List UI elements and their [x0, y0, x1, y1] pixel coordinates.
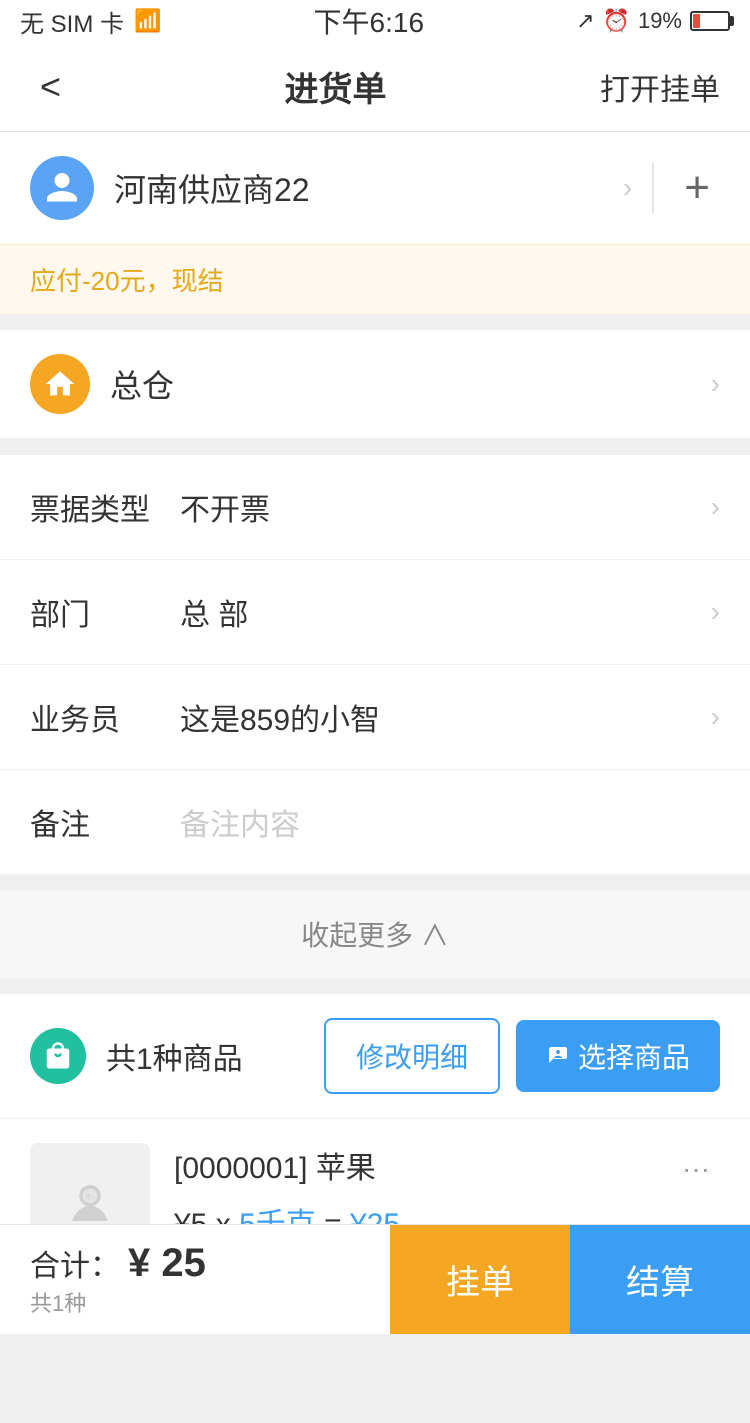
ticket-type-value: 不开票 [150, 485, 711, 529]
bottom-bar: 合计： ¥ 25 共1种 挂单 结算 [0, 1224, 750, 1334]
supplier-warning: 应付-20元，现结 [0, 244, 750, 314]
remark-value[interactable]: 备注内容 [150, 800, 720, 844]
products-header: 共1种商品 修改明细 选择商品 [0, 994, 750, 1119]
status-left: 无 SIM 卡 📶 [20, 4, 161, 39]
total-amount: ¥ 25 [128, 1241, 206, 1286]
department-row[interactable]: 部门 总 部 › [0, 559, 750, 664]
salesperson-label: 业务员 [30, 695, 150, 739]
ticket-type-row[interactable]: 票据类型 不开票 › [0, 454, 750, 559]
supplier-chevron-icon: › [623, 172, 632, 204]
battery-percent: 19% [638, 8, 682, 34]
warehouse-chevron-icon: › [711, 368, 720, 400]
checkout-button[interactable]: 结算 [570, 1225, 750, 1334]
edit-detail-button[interactable]: 修改明细 [324, 1018, 500, 1094]
nav-bar: < 进货单 打开挂单 [0, 42, 750, 132]
status-time: 下午6:16 [314, 1, 425, 41]
shopping-bag-icon [43, 1041, 73, 1071]
total-prefix: 合计： [30, 1241, 120, 1285]
remark-row[interactable]: 备注 备注内容 [0, 769, 750, 874]
product-name: [0000001] 苹果 [174, 1143, 672, 1187]
form-section: 票据类型 不开票 › 部门 总 部 › 业务员 这是859的小智 › 备注 备注… [0, 454, 750, 874]
select-product-button[interactable]: 选择商品 [516, 1020, 720, 1092]
select-product-icon [546, 1044, 570, 1068]
status-right: ↗ ⏰ 19% [576, 8, 730, 34]
warehouse-section: 总仓 › [0, 330, 750, 438]
ticket-type-label: 票据类型 [30, 485, 150, 529]
select-product-label: 选择商品 [578, 1036, 690, 1076]
remark-label: 备注 [30, 800, 150, 844]
supplier-avatar [30, 156, 94, 220]
gps-icon: ↗ [576, 8, 594, 34]
warehouse-icon [30, 354, 90, 414]
warehouse-name: 总仓 [110, 361, 711, 407]
collapse-bar[interactable]: 收起更多 ∧ [0, 890, 750, 978]
supplier-section: 河南供应商22 › + 应付-20元，现结 [0, 132, 750, 314]
add-supplier-button[interactable]: + [674, 163, 720, 213]
warehouse-row[interactable]: 总仓 › [0, 330, 750, 438]
department-chevron-icon: › [711, 596, 720, 628]
supplier-name: 河南供应商22 [114, 165, 623, 211]
supplier-row[interactable]: 河南供应商22 › + [0, 132, 750, 244]
product-count-text: 共1种商品 [106, 1034, 324, 1078]
warehouse-building-icon [43, 367, 77, 401]
salesperson-value: 这是859的小智 [150, 695, 711, 739]
product-more-button[interactable]: ··· [672, 1143, 720, 1195]
back-button[interactable]: < [30, 56, 71, 118]
battery-icon [690, 11, 730, 31]
status-bar: 无 SIM 卡 📶 下午6:16 ↗ ⏰ 19% [0, 0, 750, 42]
supplier-divider [652, 163, 654, 213]
product-code: [0000001] [174, 1152, 307, 1185]
total-section: 合计： ¥ 25 共1种 [0, 1225, 390, 1334]
department-label: 部门 [30, 590, 150, 634]
product-title: 苹果 [316, 1152, 376, 1185]
open-hang-button[interactable]: 打开挂单 [600, 65, 720, 109]
alarm-icon: ⏰ [603, 8, 630, 34]
page-title: 进货单 [285, 62, 387, 111]
salesperson-row[interactable]: 业务员 这是859的小智 › [0, 664, 750, 769]
product-count-icon [30, 1028, 86, 1084]
person-icon [44, 170, 80, 206]
total-label: 合计： ¥ 25 [30, 1241, 360, 1286]
department-value: 总 部 [150, 590, 711, 634]
salesperson-chevron-icon: › [711, 701, 720, 733]
ticket-type-chevron-icon: › [711, 491, 720, 523]
carrier-text: 无 SIM 卡 [20, 4, 124, 39]
wifi-icon: 📶 [134, 8, 161, 34]
hang-button[interactable]: 挂单 [390, 1225, 570, 1334]
total-count: 共1种 [30, 1286, 360, 1318]
